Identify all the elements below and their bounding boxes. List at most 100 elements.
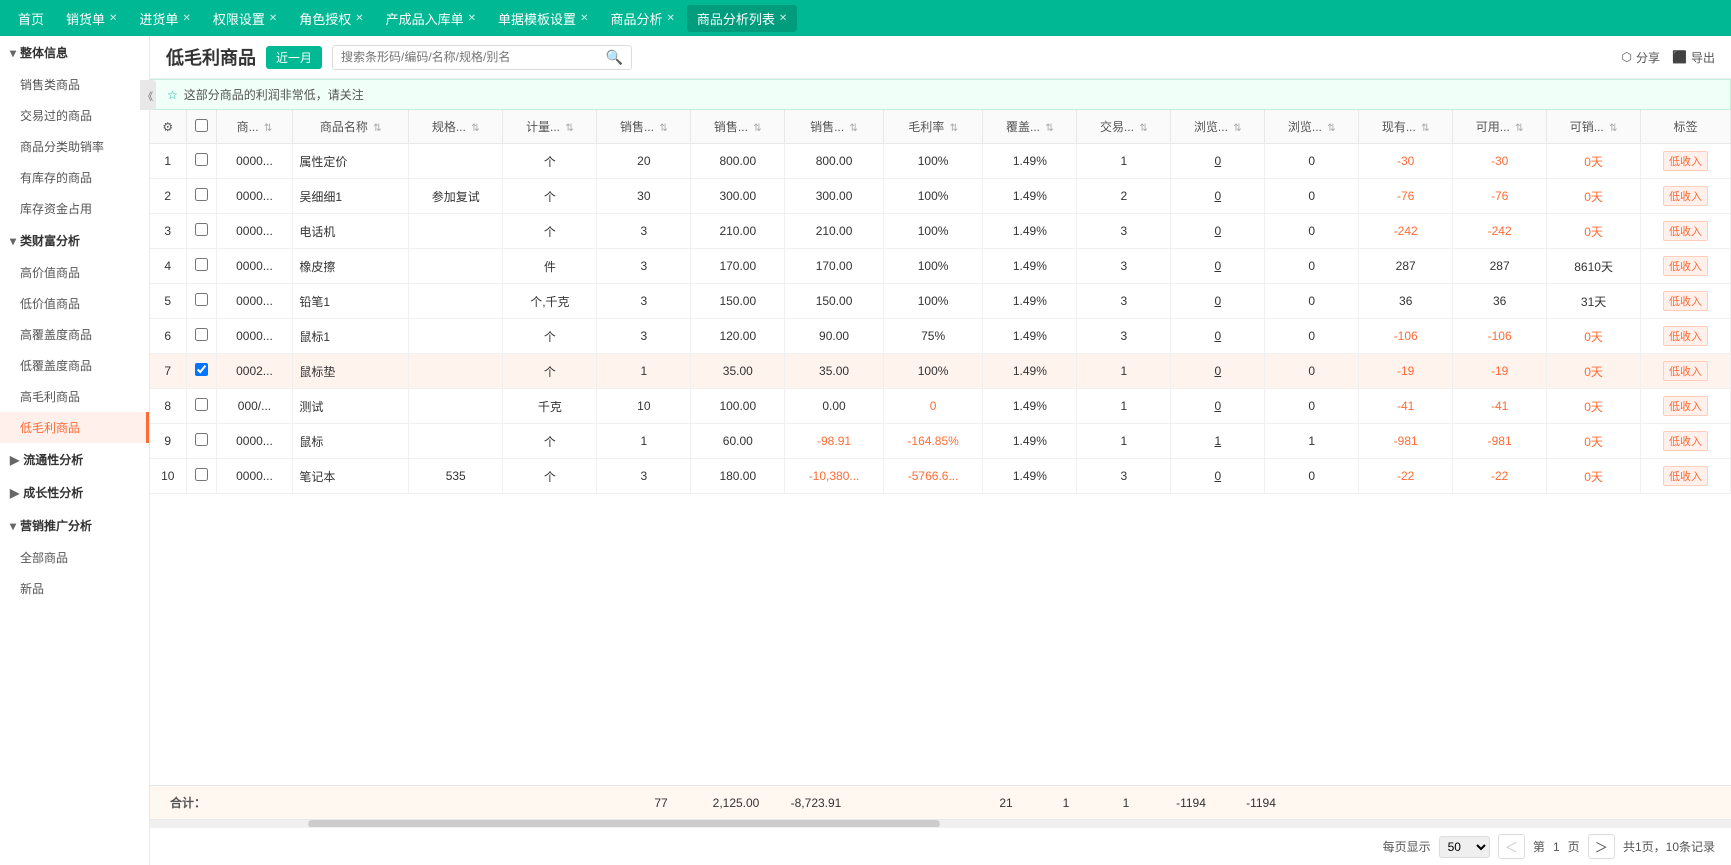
share-button[interactable]: ⬡ 分享: [1622, 49, 1661, 66]
cell-browse1[interactable]: 1: [1171, 424, 1265, 459]
sidebar-item-high-coverage[interactable]: 高覆盖度商品: [0, 319, 149, 350]
horizontal-scrollbar[interactable]: [150, 819, 1731, 827]
cell-coverage: 1.49%: [983, 459, 1077, 494]
col-browse2[interactable]: 浏览... ⇅: [1265, 110, 1359, 144]
row-checkbox[interactable]: [195, 188, 208, 201]
cell-checkbox[interactable]: [186, 249, 216, 284]
sidebar-collapse-button[interactable]: 《: [140, 80, 156, 110]
nav-product-analysis-list[interactable]: 商品分析列表 ✕: [687, 5, 797, 32]
col-checkbox[interactable]: [186, 110, 216, 144]
nav-product-storage[interactable]: 产成品入库单 ✕: [376, 5, 486, 32]
sidebar-item-low-coverage[interactable]: 低覆盖度商品: [0, 350, 149, 381]
cell-browse1[interactable]: 0: [1171, 284, 1265, 319]
col-name[interactable]: 商品名称 ⇅: [293, 110, 409, 144]
sidebar-item-capital-usage[interactable]: 库存资金占用: [0, 193, 149, 224]
prev-page-button[interactable]: ＜: [1498, 834, 1525, 859]
sidebar-item-category-rate[interactable]: 商品分类助销率: [0, 131, 149, 162]
next-page-button[interactable]: ＞: [1588, 834, 1615, 859]
col-sales-profit[interactable]: 销售... ⇅: [785, 110, 884, 144]
col-current-stock[interactable]: 现有... ⇅: [1359, 110, 1453, 144]
cell-browse1[interactable]: 0: [1171, 459, 1265, 494]
cell-browse1[interactable]: 0: [1171, 389, 1265, 424]
cell-checkbox[interactable]: [186, 214, 216, 249]
nav-sales-order-close[interactable]: ✕: [109, 13, 117, 24]
nav-template-settings[interactable]: 单据模板设置 ✕: [488, 5, 598, 32]
filter-button[interactable]: 近一月: [266, 46, 322, 69]
cell-browse1[interactable]: 0: [1171, 319, 1265, 354]
search-input[interactable]: [341, 50, 606, 64]
sidebar-group-growth[interactable]: ▶ 成长性分析: [0, 476, 149, 509]
sidebar-item-high-margin[interactable]: 高毛利商品: [0, 381, 149, 412]
select-all-checkbox[interactable]: [195, 119, 208, 132]
nav-permissions[interactable]: 权限设置 ✕: [203, 5, 287, 32]
col-coverage[interactable]: 覆盖... ⇅: [983, 110, 1077, 144]
sidebar-item-high-value[interactable]: 高价值商品: [0, 257, 149, 288]
nav-purchase-order-close[interactable]: ✕: [182, 13, 190, 24]
nav-role-auth[interactable]: 角色授权 ✕: [289, 5, 373, 32]
search-icon[interactable]: 🔍: [606, 49, 623, 66]
row-checkbox[interactable]: [195, 258, 208, 271]
export-button[interactable]: ⬛ 导出: [1672, 49, 1715, 66]
row-checkbox[interactable]: [195, 363, 208, 376]
cell-checkbox[interactable]: [186, 424, 216, 459]
row-checkbox[interactable]: [195, 328, 208, 341]
cell-browse1[interactable]: 0: [1171, 214, 1265, 249]
sidebar-group-liquidity[interactable]: ▶ 流通性分析: [0, 443, 149, 476]
nav-template-settings-close[interactable]: ✕: [580, 13, 588, 24]
col-transactions[interactable]: 交易... ⇅: [1077, 110, 1171, 144]
cell-sales-qty: 3: [597, 284, 691, 319]
page-size-select[interactable]: 50 100 200: [1439, 836, 1490, 858]
nav-product-storage-close[interactable]: ✕: [468, 13, 476, 24]
row-checkbox[interactable]: [195, 398, 208, 411]
nav-product-analysis-list-close[interactable]: ✕: [779, 13, 787, 24]
row-checkbox[interactable]: [195, 293, 208, 306]
sidebar-group-overall[interactable]: ▾ 整体信息: [0, 36, 149, 69]
cell-checkbox[interactable]: [186, 284, 216, 319]
col-unit[interactable]: 计量... ⇅: [503, 110, 597, 144]
data-table-wrapper[interactable]: ⚙ 商... ⇅ 商品名称 ⇅ 规格... ⇅ 计量... ⇅ 销售... ⇅ …: [150, 110, 1731, 785]
cell-current-stock: -76: [1359, 179, 1453, 214]
cell-browse1[interactable]: 0: [1171, 144, 1265, 179]
col-saleable[interactable]: 可销... ⇅: [1547, 110, 1641, 144]
sidebar-item-all-goods[interactable]: 全部商品: [0, 542, 149, 573]
nav-purchase-order[interactable]: 进货单 ✕: [129, 5, 200, 32]
sidebar-item-stocked-goods[interactable]: 有库存的商品: [0, 162, 149, 193]
nav-product-analysis[interactable]: 商品分析 ✕: [600, 5, 684, 32]
col-sales-qty[interactable]: 销售... ⇅: [597, 110, 691, 144]
sidebar-item-new-goods[interactable]: 新品: [0, 573, 149, 604]
cell-saleable: 0天: [1547, 424, 1641, 459]
col-browse1[interactable]: 浏览... ⇅: [1171, 110, 1265, 144]
sidebar-item-low-value[interactable]: 低价值商品: [0, 288, 149, 319]
cell-browse1[interactable]: 0: [1171, 249, 1265, 284]
col-code[interactable]: 商... ⇅: [216, 110, 293, 144]
nav-product-analysis-close[interactable]: ✕: [666, 13, 674, 24]
cell-checkbox[interactable]: [186, 459, 216, 494]
nav-permissions-close[interactable]: ✕: [269, 13, 277, 24]
cell-transactions: 1: [1077, 424, 1171, 459]
cell-checkbox[interactable]: [186, 389, 216, 424]
nav-role-auth-close[interactable]: ✕: [355, 13, 363, 24]
sidebar-group-marketing[interactable]: ▾ 营销推广分析: [0, 509, 149, 542]
col-available[interactable]: 可用... ⇅: [1453, 110, 1547, 144]
cell-spec: [409, 424, 503, 459]
sidebar-item-sales-goods[interactable]: 销售类商品: [0, 69, 149, 100]
cell-browse1[interactable]: 0: [1171, 179, 1265, 214]
nav-home[interactable]: 首页: [8, 5, 54, 32]
sidebar-item-low-margin[interactable]: 低毛利商品: [0, 412, 149, 443]
sidebar-group-wealth[interactable]: ▾ 类财富分析: [0, 224, 149, 257]
row-checkbox[interactable]: [195, 433, 208, 446]
row-checkbox[interactable]: [195, 223, 208, 236]
cell-browse1[interactable]: 0: [1171, 354, 1265, 389]
col-sales-price[interactable]: 销售... ⇅: [691, 110, 785, 144]
col-spec[interactable]: 规格... ⇅: [409, 110, 503, 144]
sidebar-item-traded-goods[interactable]: 交易过的商品: [0, 100, 149, 131]
col-gross-margin[interactable]: 毛利率 ⇅: [883, 110, 983, 144]
cell-checkbox[interactable]: [186, 354, 216, 389]
cell-checkbox[interactable]: [186, 144, 216, 179]
col-setting[interactable]: ⚙: [150, 110, 186, 144]
row-checkbox[interactable]: [195, 153, 208, 166]
cell-checkbox[interactable]: [186, 179, 216, 214]
nav-sales-order[interactable]: 销货单 ✕: [56, 5, 127, 32]
cell-checkbox[interactable]: [186, 319, 216, 354]
row-checkbox[interactable]: [195, 468, 208, 481]
